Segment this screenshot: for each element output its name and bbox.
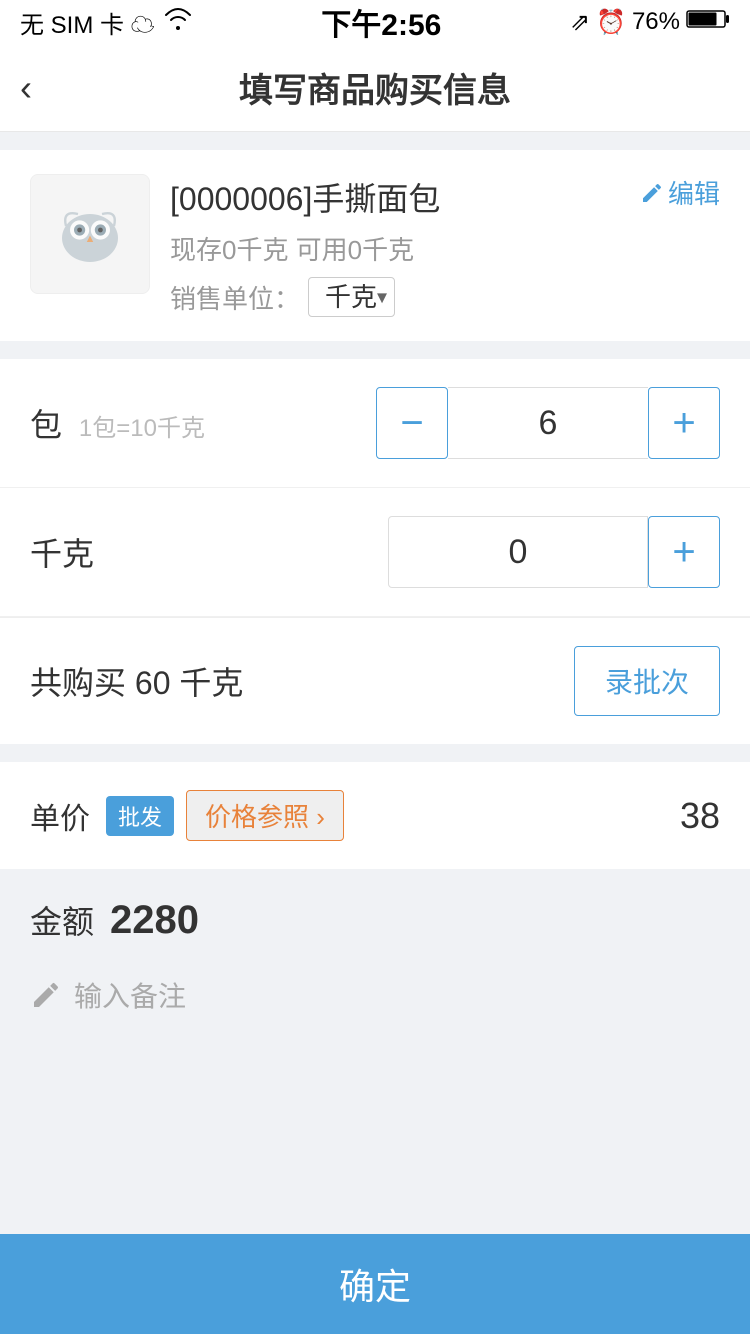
total-text: 共购买 60 千克 <box>30 658 243 704</box>
product-unit-row: 销售单位： 千克 包 <box>170 277 720 317</box>
bao-decrement-button[interactable]: − <box>376 387 448 459</box>
price-value: 38 <box>680 795 720 837</box>
wifi-icon <box>163 8 193 37</box>
bao-controls: − + <box>376 387 720 459</box>
product-card: [0000006]手撕面包 编辑 现存0千克 可用0千克 销售单位： 千克 包 <box>0 150 750 341</box>
status-left: 无 SIM 卡 ☁ <box>20 5 193 40</box>
location-icon: ⇗ <box>570 8 590 37</box>
battery-label: 76% <box>632 8 680 36</box>
unit-select-wrap[interactable]: 千克 包 <box>308 277 395 317</box>
confirm-bar[interactable]: 确定 <box>0 1234 750 1334</box>
kg-controls: + <box>388 516 720 588</box>
bao-input[interactable] <box>448 387 648 459</box>
remark-placeholder: 输入备注 <box>74 975 186 1015</box>
price-tag-wholesale: 批发 <box>106 796 174 836</box>
kg-label: 千克 <box>30 529 388 575</box>
amount-label: 金额 <box>30 897 94 943</box>
status-bar: 无 SIM 卡 ☁ 下午2:56 ⇗ ⏰ 76% <box>0 0 750 44</box>
edit-button[interactable]: 编辑 <box>640 174 720 211</box>
product-info: [0000006]手撕面包 编辑 现存0千克 可用0千克 销售单位： 千克 包 <box>170 174 720 317</box>
bao-label: 包 1包=10千克 <box>30 400 376 446</box>
kg-input[interactable] <box>388 516 648 588</box>
amount-section: 金额 2280 输入备注 <box>0 869 750 1031</box>
unit-select[interactable]: 千克 包 <box>308 277 395 317</box>
price-ref-button[interactable]: 价格参照 › <box>186 790 344 841</box>
quantity-bao-section: 包 1包=10千克 − + 千克 + 共购买 60 千克 录批次 <box>0 359 750 744</box>
product-stock: 现存0千克 可用0千克 <box>170 230 720 267</box>
status-time: 下午2:56 <box>321 0 441 44</box>
status-right: ⇗ ⏰ 76% <box>570 8 730 37</box>
confirm-button[interactable]: 确定 <box>339 1258 411 1310</box>
bao-increment-button[interactable]: + <box>648 387 720 459</box>
battery-icon <box>686 8 730 37</box>
product-image <box>30 174 150 294</box>
quantity-bao-row: 包 1包=10千克 − + <box>0 359 750 488</box>
kg-increment-button[interactable]: + <box>648 516 720 588</box>
product-name: [0000006]手撕面包 <box>170 174 440 220</box>
back-button[interactable]: ‹ <box>20 67 32 109</box>
pencil-icon <box>30 979 62 1011</box>
page-title: 填写商品购买信息 <box>239 63 511 112</box>
remark-row[interactable]: 输入备注 <box>30 959 720 1031</box>
price-section: 单价 批发 价格参照 › 38 <box>0 762 750 869</box>
total-row: 共购买 60 千克 录批次 <box>0 617 750 744</box>
price-label: 单价 <box>30 794 90 838</box>
nav-bar: ‹ 填写商品购买信息 <box>0 44 750 132</box>
quantity-kg-row: 千克 + <box>0 488 750 617</box>
bao-sublabel: 1包=10千克 <box>79 415 205 442</box>
record-batch-button[interactable]: 录批次 <box>574 646 720 716</box>
alarm-icon: ⏰ <box>596 8 626 37</box>
sim-label: 无 SIM 卡 ☁ <box>20 5 155 40</box>
amount-value: 2280 <box>110 898 199 943</box>
amount-row: 金额 2280 <box>30 897 720 959</box>
